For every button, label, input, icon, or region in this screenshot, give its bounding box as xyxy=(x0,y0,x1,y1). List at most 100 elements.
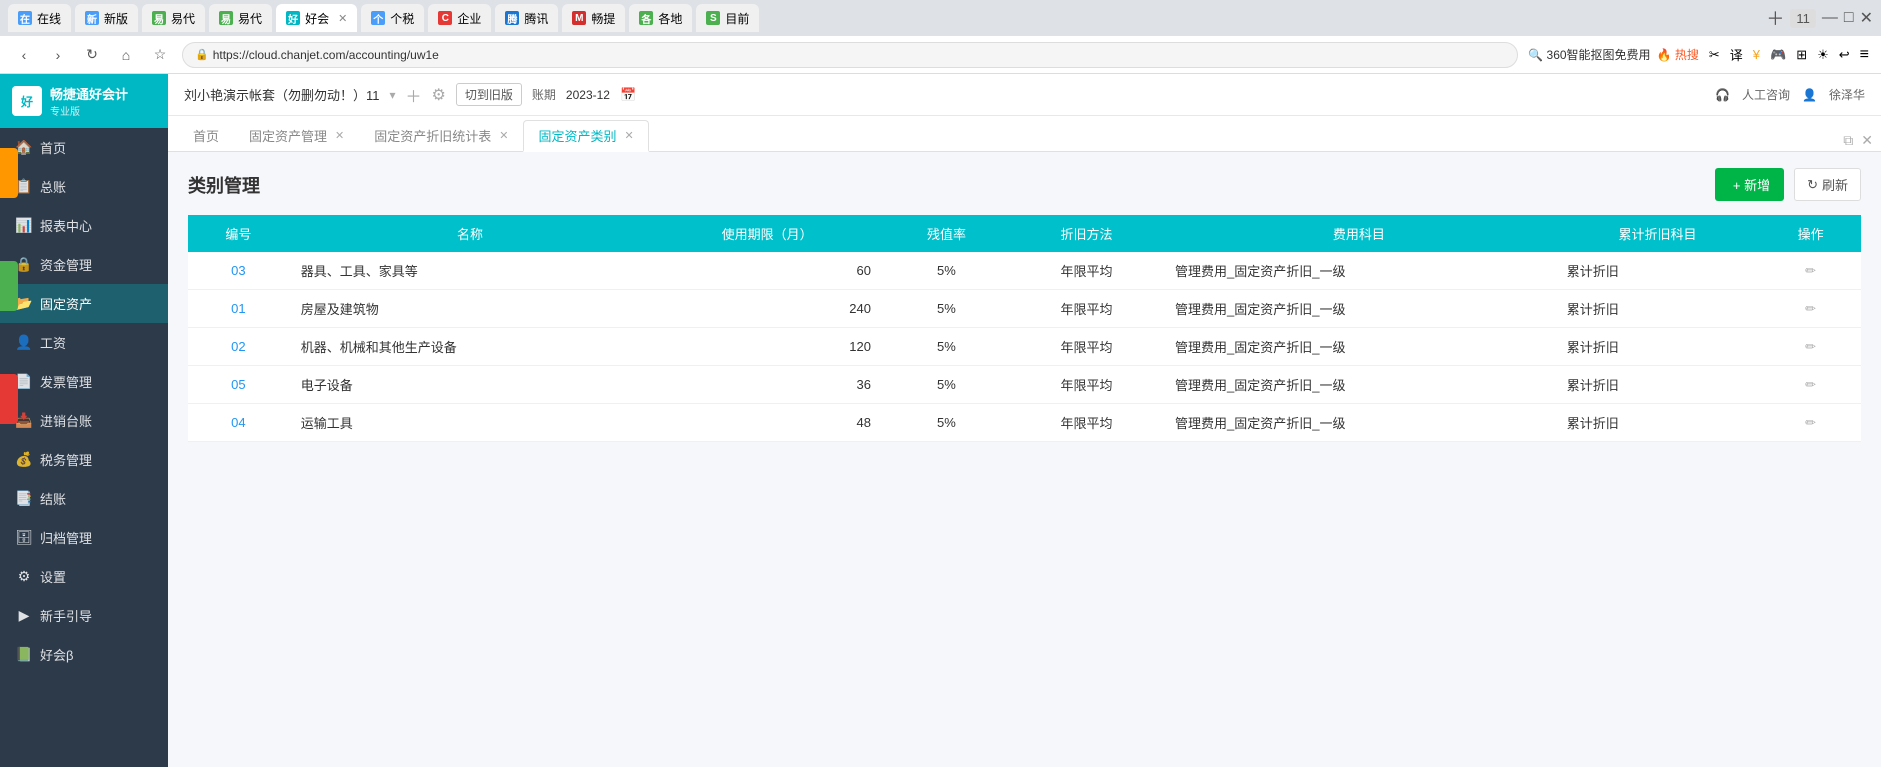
sidebar-item-home[interactable]: 🏠 首页 xyxy=(0,128,168,167)
tab-icon-haohui: 好 xyxy=(286,11,300,25)
reload-button[interactable]: ↻ xyxy=(80,43,104,67)
tab-category-close[interactable]: ✕ xyxy=(625,129,634,142)
sidebar-item-settings[interactable]: ⚙ 设置 xyxy=(0,557,168,596)
translate-icon[interactable]: 译 xyxy=(1730,45,1743,64)
browser-tab-geshui[interactable]: 个 个税 xyxy=(361,4,424,32)
sun-icon[interactable]: ☀ xyxy=(1817,47,1829,63)
game-icon[interactable]: 🎮 xyxy=(1770,47,1786,63)
row5-months: 48 xyxy=(651,404,883,442)
sidebar-label-archive: 归档管理 xyxy=(40,528,92,547)
sidebar-label-guide: 新手引导 xyxy=(40,606,92,625)
tab-icon-mumu: S xyxy=(706,11,720,25)
add-account-button[interactable]: ＋ xyxy=(406,83,422,107)
calendar-icon[interactable]: 📅 xyxy=(620,87,636,103)
sidebar-item-stockbook[interactable]: 📥 进销台账 xyxy=(0,401,168,440)
sidebar-item-close-accounts[interactable]: 📑 结账 xyxy=(0,479,168,518)
edit-icon-row5[interactable]: ✏ xyxy=(1805,415,1816,430)
edit-icon-row4[interactable]: ✏ xyxy=(1805,377,1816,392)
browser-tab-qiye[interactable]: C 企业 xyxy=(428,4,491,32)
close-accounts-icon: 📑 xyxy=(16,491,32,507)
row1-months: 60 xyxy=(651,252,883,290)
sidebar-label-home: 首页 xyxy=(40,138,66,157)
back-button[interactable]: ‹ xyxy=(12,43,36,67)
switch-version-button[interactable]: 切到旧版 xyxy=(456,83,522,106)
browser-tab-yidai1[interactable]: 易 易代 xyxy=(142,4,205,32)
edit-icon-row3[interactable]: ✏ xyxy=(1805,339,1816,354)
browser-tab-yidai2[interactable]: 易 易代 xyxy=(209,4,272,32)
row3-months: 120 xyxy=(651,328,883,366)
row5-expense: 管理费用_固定资产折旧_一级 xyxy=(1163,404,1555,442)
row1-name: 器具、工具、家具等 xyxy=(289,252,652,290)
sidebar-item-funds[interactable]: 🔒 资金管理 xyxy=(0,245,168,284)
row4-expense: 管理费用_固定资产折旧_一级 xyxy=(1163,366,1555,404)
row4-name: 电子设备 xyxy=(289,366,652,404)
browser-tab-zaixin[interactable]: 在 在线 xyxy=(8,4,71,32)
browser-tab-haohui[interactable]: 好 好会 ✕ xyxy=(276,4,357,32)
left-deco-red[interactable] xyxy=(0,374,18,424)
period-label: 账期 xyxy=(532,86,556,103)
minimize-button[interactable]: — xyxy=(1822,9,1838,27)
browser-tab-gedi[interactable]: 各 各地 xyxy=(629,4,692,32)
row3-code: 02 xyxy=(188,328,289,366)
edit-icon-row1[interactable]: ✏ xyxy=(1805,263,1816,278)
browser-tab-mumu[interactable]: S 目前 xyxy=(696,4,759,32)
tab-depreciation-stats[interactable]: 固定资产折旧统计表 ✕ xyxy=(359,119,523,151)
forward-button[interactable]: › xyxy=(46,43,70,67)
undo-icon[interactable]: ↩ xyxy=(1839,47,1850,63)
menu-icon[interactable]: ≡ xyxy=(1860,46,1869,64)
tab-assets-close[interactable]: ✕ xyxy=(335,129,344,142)
invoice-icon: 📄 xyxy=(16,374,32,390)
sidebar-item-archive[interactable]: 🗄 归档管理 xyxy=(0,518,168,557)
tab-assets-management[interactable]: 固定资产管理 ✕ xyxy=(234,119,359,151)
add-tab-button[interactable]: ＋ xyxy=(1766,5,1784,31)
tab-home[interactable]: 首页 xyxy=(178,119,234,151)
tab-label-qiye: 企业 xyxy=(457,10,481,27)
sidebar-item-invoice[interactable]: 📄 发票管理 xyxy=(0,362,168,401)
sidebar-item-guide[interactable]: ▶ 新手引导 xyxy=(0,596,168,635)
window-close-icon[interactable]: ✕ xyxy=(1861,132,1873,149)
consult-label[interactable]: 人工咨询 xyxy=(1742,86,1790,103)
left-deco-green[interactable] xyxy=(0,261,18,311)
left-deco-orange[interactable] xyxy=(0,148,18,198)
edit-icon-row2[interactable]: ✏ xyxy=(1805,301,1816,316)
tab-label-changti: 畅提 xyxy=(591,10,615,27)
account-name: 刘小艳演示帐套（勿删勿动！）11 xyxy=(184,85,380,104)
sidebar-label-haohui: 好会β xyxy=(40,645,73,664)
sidebar-item-haohui[interactable]: 📗 好会β xyxy=(0,635,168,674)
grid-icon[interactable]: ⊞ xyxy=(1796,47,1807,63)
sidebar-label-tax: 税务管理 xyxy=(40,450,92,469)
sidebar-item-tax[interactable]: 💰 税务管理 xyxy=(0,440,168,479)
dropdown-arrow[interactable]: ▾ xyxy=(390,88,396,102)
tab-icon-yidai2: 易 xyxy=(219,11,233,25)
tab-label-yidai1: 易代 xyxy=(171,10,195,27)
browser-tab-close-haohui[interactable]: ✕ xyxy=(338,12,347,25)
browser-tab-xinban[interactable]: 新 新版 xyxy=(75,4,138,32)
sidebar-label-payroll: 工资 xyxy=(40,333,66,352)
window-restore-icon[interactable]: ⧉ xyxy=(1843,132,1853,149)
coin-icon[interactable]: ¥ xyxy=(1753,47,1760,62)
tab-asset-category[interactable]: 固定资产类别 ✕ xyxy=(523,120,648,152)
row3-action: ✏ xyxy=(1760,328,1861,366)
account-settings-button[interactable]: ⚙ xyxy=(432,85,446,105)
url-input[interactable]: 🔒 https://cloud.chanjet.com/accounting/u… xyxy=(182,42,1518,68)
scissors-icon[interactable]: ✂ xyxy=(1709,47,1720,63)
browser-tab-tengxun[interactable]: 腾 腾讯 xyxy=(495,4,558,32)
switch-version-label: 切到旧版 xyxy=(465,88,513,102)
row2-rate: 5% xyxy=(883,290,1010,328)
sidebar-item-reports[interactable]: 📊 报表中心 xyxy=(0,206,168,245)
sidebar-item-assets[interactable]: 📂 固定资产 xyxy=(0,284,168,323)
maximize-button[interactable]: □ xyxy=(1844,9,1854,27)
refresh-button[interactable]: ↻ 刷新 xyxy=(1794,168,1861,201)
sidebar-item-journal[interactable]: 📋 总账 xyxy=(0,167,168,206)
bookmark-button[interactable]: ☆ xyxy=(148,43,172,67)
home-button[interactable]: ⌂ xyxy=(114,43,138,67)
tab-label-gedi: 各地 xyxy=(658,10,682,27)
add-button[interactable]: + 新增 xyxy=(1715,168,1784,201)
tab-icon-changti: M xyxy=(572,11,586,25)
col-method: 折旧方法 xyxy=(1010,215,1163,252)
sidebar-item-payroll[interactable]: 👤 工资 xyxy=(0,323,168,362)
tab-depr-close[interactable]: ✕ xyxy=(499,129,508,142)
close-browser-button[interactable]: ✕ xyxy=(1860,8,1873,28)
tax-icon: 💰 xyxy=(16,452,32,468)
browser-tab-changti[interactable]: M 畅提 xyxy=(562,4,625,32)
